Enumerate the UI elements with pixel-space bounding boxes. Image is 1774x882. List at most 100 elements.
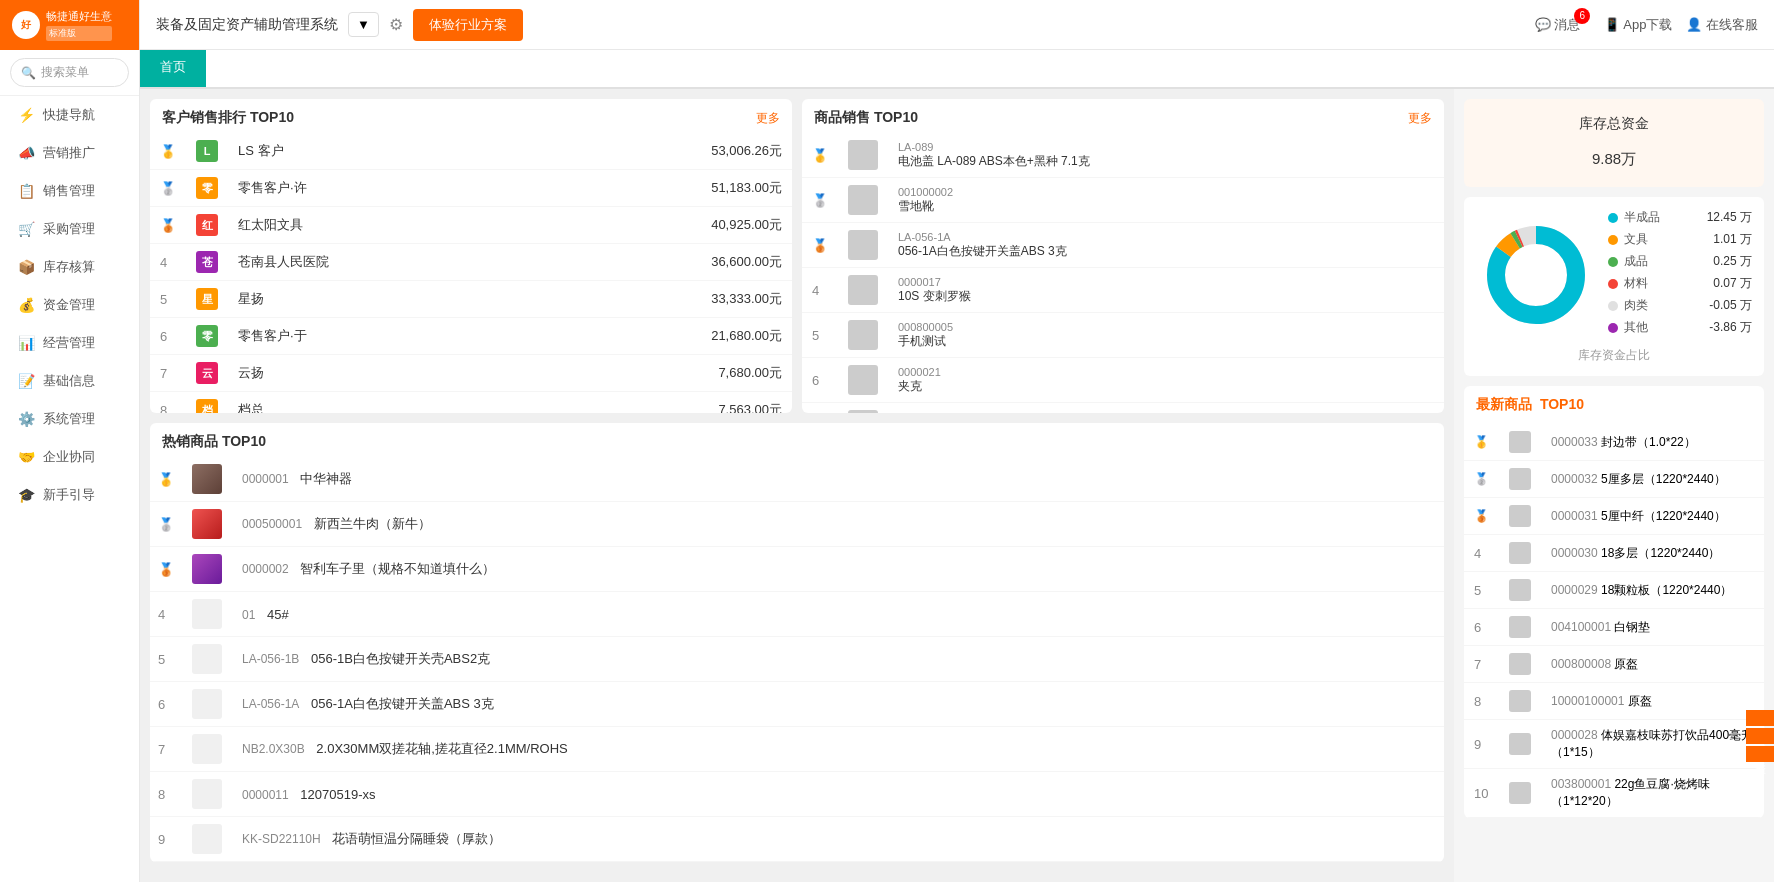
live-stream-button[interactable]: 直播 bbox=[1746, 746, 1774, 762]
product-thumb bbox=[848, 230, 878, 260]
product-sales-more[interactable]: 更多 bbox=[1408, 110, 1432, 127]
stock-chart-card: 半成品 12.45 万 文具 1.01 万 成品 0.25 万 bbox=[1464, 197, 1764, 376]
rank-cell: 🥇 bbox=[1464, 424, 1499, 461]
avatar: 零 bbox=[196, 177, 218, 199]
trial-plan-button[interactable]: 体验行业方案 bbox=[413, 9, 523, 41]
sidebar-item-guide[interactable]: 🎓 新手引导 bbox=[0, 476, 139, 514]
system-dropdown-button[interactable]: ▼ bbox=[348, 12, 379, 37]
thumb-cell bbox=[182, 772, 232, 817]
legend-value: 0.07 万 bbox=[1713, 275, 1752, 292]
sidebar-search-area: 🔍 搜索菜单 bbox=[0, 50, 139, 96]
product-name: 新西兰牛肉（新牛） bbox=[314, 516, 431, 531]
product-image bbox=[192, 554, 222, 584]
topbar-left: 装备及固定资产辅助管理系统 ▼ ⚙ 体验行业方案 bbox=[156, 9, 523, 41]
customer-list: 🥇 L LS 客户 53,006.26元 🥈 零 零售客户·许 51,183 bbox=[150, 133, 792, 413]
thumb-cell bbox=[838, 313, 888, 358]
table-row: 8 档 档总 7,563.00元 bbox=[150, 392, 792, 414]
settings-gear-button[interactable]: ⚙ bbox=[389, 15, 403, 34]
legend-name: 半成品 bbox=[1624, 209, 1701, 226]
search-menu-button[interactable]: 🔍 搜索菜单 bbox=[10, 58, 129, 87]
online-service-label: 在线客服 bbox=[1706, 17, 1758, 32]
rank-cell: 4 bbox=[150, 244, 186, 281]
tab-home[interactable]: 首页 bbox=[140, 50, 206, 87]
thumb-cell bbox=[838, 358, 888, 403]
sidebar-item-enterprise[interactable]: 🤝 企业协同 bbox=[0, 438, 139, 476]
product-image bbox=[192, 644, 222, 674]
medal-icon: 🥉 bbox=[160, 218, 176, 233]
product-info-cell: LA-056-1A 056-1A白色按键开关盖ABS 3克 bbox=[888, 223, 1444, 268]
table-row: 🥈 0000032 5厘多层（1220*2440） bbox=[1464, 461, 1764, 498]
rank-cell: 8 bbox=[150, 772, 182, 817]
float-buttons: 客服热线 服务社区 直播 bbox=[1746, 710, 1774, 762]
message-button[interactable]: 💬 消息6 bbox=[1535, 16, 1591, 34]
sidebar-item-quick-nav[interactable]: ⚡ 快捷导航 bbox=[0, 96, 139, 134]
stock-legend: 半成品 12.45 万 文具 1.01 万 成品 0.25 万 bbox=[1608, 209, 1752, 341]
sidebar-item-marketing[interactable]: 📣 营销推广 bbox=[0, 134, 139, 172]
name-cell: 云扬 bbox=[228, 355, 538, 392]
sidebar-item-finance[interactable]: 💰 资金管理 bbox=[0, 286, 139, 324]
table-row: 6 零 零售客户·于 21,680.00元 bbox=[150, 318, 792, 355]
online-service-button[interactable]: 👤 在线客服 bbox=[1686, 16, 1758, 34]
medal-icon: 🥇 bbox=[1474, 435, 1489, 449]
logo-text: 畅捷通好生意 bbox=[46, 9, 112, 23]
sidebar-item-purchase[interactable]: 🛒 采购管理 bbox=[0, 210, 139, 248]
stock-total-label: 库存总资金 bbox=[1480, 115, 1748, 133]
rank-cell: 7 bbox=[802, 403, 838, 414]
search-label: 搜索菜单 bbox=[41, 64, 89, 81]
customer-more-link[interactable]: 更多 bbox=[756, 110, 780, 127]
avatar-cell: 云 bbox=[186, 355, 228, 392]
avatar: 苍 bbox=[196, 251, 218, 273]
table-row: 🥈 零 零售客户·许 51,183.00元 bbox=[150, 170, 792, 207]
service-community-button[interactable]: 服务社区 bbox=[1746, 728, 1774, 744]
app-download-button[interactable]: 📱 App下载 bbox=[1604, 16, 1672, 34]
rank-cell: 5 bbox=[150, 637, 182, 682]
product-code: LA-056-1A bbox=[898, 231, 1434, 243]
sidebar-item-system[interactable]: ⚙️ 系统管理 bbox=[0, 400, 139, 438]
sidebar-label-marketing: 营销推广 bbox=[43, 144, 95, 162]
right-panel: 库存总资金 9.88万 bbox=[1454, 89, 1774, 882]
product-thumb bbox=[1509, 542, 1531, 564]
avatar-cell: 零 bbox=[186, 170, 228, 207]
medal-icon: 🥈 bbox=[812, 193, 828, 208]
product-info-cell: 0000032 5厘多层（1220*2440） bbox=[1541, 461, 1764, 498]
quick-nav-icon: ⚡ bbox=[17, 107, 35, 123]
product-thumb bbox=[1509, 431, 1531, 453]
medal-icon: 🥉 bbox=[1474, 509, 1489, 523]
sidebar-item-sales[interactable]: 📋 销售管理 bbox=[0, 172, 139, 210]
product-info-cell: 0000017 10S 变刺罗猴 bbox=[888, 268, 1444, 313]
legend-dot bbox=[1608, 279, 1618, 289]
product-info-cell: 0000031 5厘中纤（1220*2440） bbox=[1541, 498, 1764, 535]
table-row: 🥇 0000033 封边带（1.0*22） bbox=[1464, 424, 1764, 461]
product-info-cell: 0000033 封边带（1.0*22） bbox=[1541, 424, 1764, 461]
medal-icon: 🥇 bbox=[812, 148, 828, 163]
rank-cell: 5 bbox=[802, 313, 838, 358]
table-row: 4 01 45# bbox=[150, 592, 1444, 637]
product-info-cell: 000800005 手机测试 bbox=[888, 313, 1444, 358]
page-tabs: 首页 bbox=[140, 50, 1774, 88]
table-row: 🥇 0000001 中华神器 bbox=[150, 457, 1444, 502]
table-row: 4 0000030 18多层（1220*2440） bbox=[1464, 535, 1764, 572]
customer-service-button[interactable]: 客服热线 bbox=[1746, 710, 1774, 726]
rank-cell: 5 bbox=[1464, 572, 1499, 609]
legend-item: 半成品 12.45 万 bbox=[1608, 209, 1752, 226]
donut-container: 半成品 12.45 万 文具 1.01 万 成品 0.25 万 bbox=[1476, 209, 1752, 341]
sidebar-label-purchase: 采购管理 bbox=[43, 220, 95, 238]
amount-cell: 7,680.00元 bbox=[538, 355, 792, 392]
sidebar-item-basic-info[interactable]: 📝 基础信息 bbox=[0, 362, 139, 400]
sidebar-label-sales: 销售管理 bbox=[43, 182, 95, 200]
product-code: 0000002 bbox=[242, 562, 289, 576]
thumb-cell bbox=[1499, 535, 1541, 572]
name-cell: 星扬 bbox=[228, 281, 538, 318]
rank-cell: 🥈 bbox=[1464, 461, 1499, 498]
stock-total-unit: 万 bbox=[1621, 150, 1636, 167]
sidebar-label-finance: 资金管理 bbox=[43, 296, 95, 314]
app-download-label: App下载 bbox=[1623, 17, 1672, 32]
sidebar-item-inventory[interactable]: 📦 库存核算 bbox=[0, 248, 139, 286]
product-thumb bbox=[1509, 653, 1531, 675]
rank-cell: 🥉 bbox=[802, 223, 838, 268]
product-info-cell: 0000002 智利车子里（规格不知道填什么） bbox=[232, 547, 1444, 592]
purchase-icon: 🛒 bbox=[17, 221, 35, 237]
search-icon: 🔍 bbox=[21, 66, 36, 80]
sidebar-item-operations[interactable]: 📊 经营管理 bbox=[0, 324, 139, 362]
legend-name: 其他 bbox=[1624, 319, 1703, 336]
